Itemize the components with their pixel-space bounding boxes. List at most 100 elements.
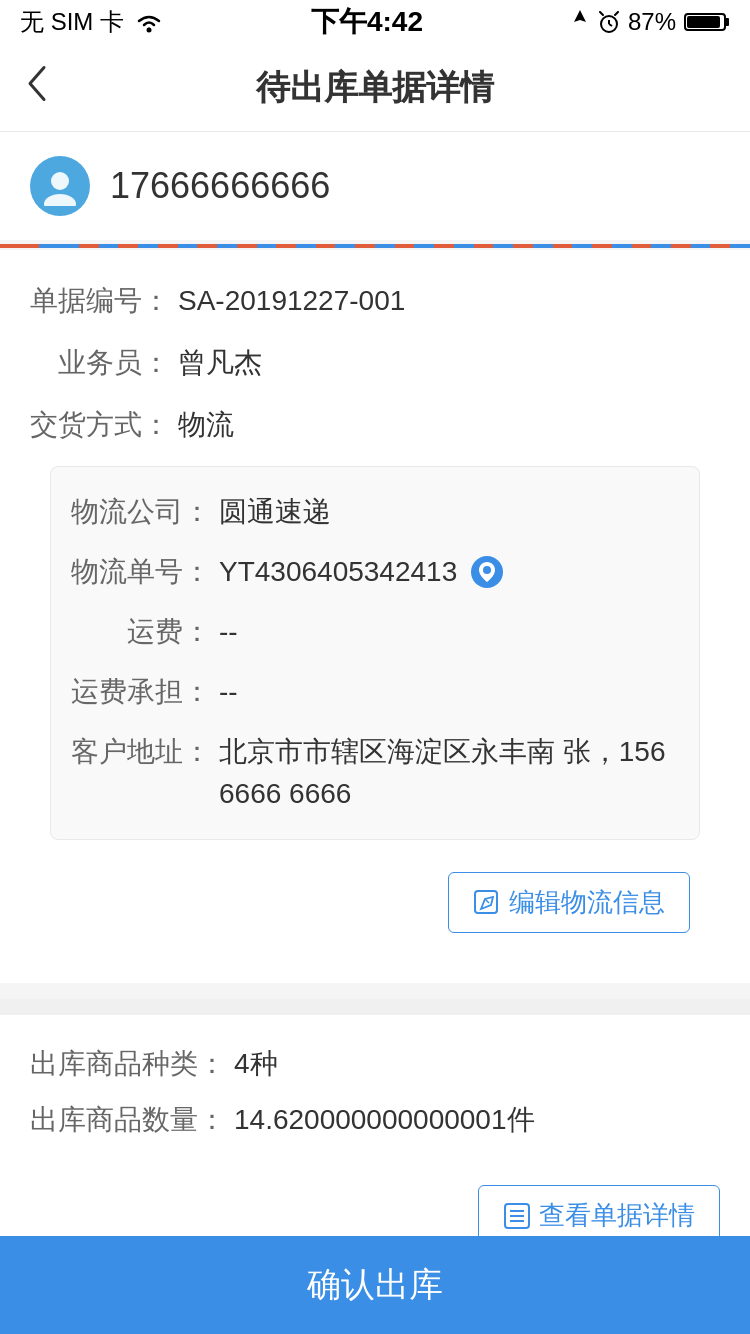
dash-segment (0, 244, 20, 248)
logistics-address-row: 客户地址： 北京市市辖区海淀区永丰南 张，156 6666 6666 (71, 731, 679, 815)
user-header: 17666666666 (0, 132, 750, 240)
products-qty-label: 出库商品数量： (30, 1101, 226, 1139)
logistics-freight-label: 运费： (71, 611, 211, 653)
dashed-divider (0, 242, 750, 250)
dash-segment (632, 244, 652, 248)
dash-segment (20, 244, 40, 248)
logistics-freight-row: 运费： -- (71, 611, 679, 653)
svg-point-7 (51, 172, 69, 190)
logistics-freight-bearer-row: 运费承担： -- (71, 671, 679, 713)
nav-bar: 待出库单据详情 (0, 44, 750, 132)
svg-point-0 (147, 28, 152, 33)
salesperson-label: 业务员： (30, 342, 170, 384)
dash-segment (197, 244, 217, 248)
status-right: 87% (570, 8, 730, 36)
battery-icon (684, 11, 730, 33)
svg-rect-11 (475, 891, 497, 913)
edit-logistics-button[interactable]: 编辑物流信息 (448, 872, 690, 933)
edit-logistics-area: 编辑物流信息 (30, 856, 720, 953)
edit-logistics-label: 编辑物流信息 (509, 885, 665, 920)
order-info-section: 单据编号： SA-20191227-001 业务员： 曾凡杰 交货方式： 物流 … (0, 250, 750, 983)
dash-segment (553, 244, 573, 248)
products-type-value: 4种 (226, 1045, 720, 1083)
logistics-freight-bearer-value: -- (211, 671, 679, 713)
dash-segment (158, 244, 178, 248)
salesperson-value: 曾凡杰 (170, 342, 720, 384)
logistics-address-label: 客户地址： (71, 731, 211, 773)
wifi-icon (134, 11, 164, 33)
confirm-bar[interactable]: 确认出库 (0, 1236, 750, 1334)
dash-segment (533, 244, 553, 248)
dash-segment (257, 244, 277, 248)
dash-segment (691, 244, 711, 248)
dash-segment (730, 244, 750, 248)
logistics-tracking-row: 物流单号： YT4306405342413 (71, 551, 679, 593)
dash-segment (316, 244, 336, 248)
salesperson-row: 业务员： 曾凡杰 (30, 342, 720, 384)
products-qty-row: 出库商品数量： 14.620000000000001件 (30, 1101, 720, 1139)
alarm-icon (598, 11, 620, 33)
doc-number-value: SA-20191227-001 (170, 280, 720, 322)
main-content: 17666666666 单据编号： SA-20191227-001 业务员： 曾… (0, 132, 750, 1334)
edit-icon (473, 889, 501, 917)
dash-segment (335, 244, 355, 248)
dash-segment (99, 244, 119, 248)
dash-segment (592, 244, 612, 248)
dash-segment (118, 244, 138, 248)
status-bar: 无 SIM 卡 下午4:42 87% (0, 0, 750, 44)
confirm-button[interactable]: 确认出库 (307, 1262, 443, 1308)
dash-segment (572, 244, 592, 248)
products-type-row: 出库商品种类： 4种 (30, 1045, 720, 1083)
logistics-tracking-label: 物流单号： (71, 551, 211, 593)
dash-segment (710, 244, 730, 248)
delivery-label: 交货方式： (30, 404, 170, 446)
dash-segment (395, 244, 415, 248)
battery-label: 87% (628, 8, 676, 36)
logistics-address-value: 北京市市辖区海淀区永丰南 张，156 6666 6666 (211, 731, 679, 815)
dash-segment (493, 244, 513, 248)
dash-segment (178, 244, 198, 248)
svg-rect-5 (725, 18, 729, 26)
logistics-freight-value: -- (211, 611, 679, 653)
dash-segment (612, 244, 632, 248)
status-left: 无 SIM 卡 (20, 6, 164, 38)
svg-point-8 (44, 194, 76, 206)
view-details-label: 查看单据详情 (539, 1198, 695, 1233)
logistics-freight-bearer-label: 运费承担： (71, 671, 211, 713)
logistics-tracking-value: YT4306405342413 (211, 551, 679, 593)
track-location-icon[interactable] (469, 554, 505, 590)
carrier-label: 无 SIM 卡 (20, 6, 124, 38)
products-type-label: 出库商品种类： (30, 1045, 226, 1083)
dash-segment (434, 244, 454, 248)
dash-segment (217, 244, 237, 248)
avatar (30, 156, 90, 216)
page-title: 待出库单据详情 (256, 65, 494, 111)
dash-segment (355, 244, 375, 248)
dash-segment (59, 244, 79, 248)
list-icon (503, 1202, 531, 1230)
products-section: 出库商品种类： 4种 出库商品数量： 14.620000000000001件 (0, 1015, 750, 1169)
dash-segment (276, 244, 296, 248)
delivery-row: 交货方式： 物流 (30, 404, 720, 446)
dash-segment (138, 244, 158, 248)
back-button[interactable] (24, 63, 48, 112)
dash-segment (79, 244, 99, 248)
location-status-icon (570, 10, 590, 34)
svg-rect-6 (687, 16, 720, 28)
dash-segment (39, 244, 59, 248)
doc-number-label: 单据编号： (30, 280, 170, 322)
dash-segment (296, 244, 316, 248)
dash-segment (474, 244, 494, 248)
delivery-value: 物流 (170, 404, 720, 446)
dash-segment (513, 244, 533, 248)
svg-line-3 (609, 24, 612, 26)
user-phone: 17666666666 (110, 165, 330, 207)
logistics-company-value: 圆通速递 (211, 491, 679, 533)
dash-segment (454, 244, 474, 248)
dash-segment (671, 244, 691, 248)
separator (0, 999, 750, 1015)
status-time: 下午4:42 (311, 3, 423, 41)
logistics-company-row: 物流公司： 圆通速递 (71, 491, 679, 533)
products-qty-value: 14.620000000000001件 (226, 1101, 720, 1139)
doc-number-row: 单据编号： SA-20191227-001 (30, 280, 720, 322)
